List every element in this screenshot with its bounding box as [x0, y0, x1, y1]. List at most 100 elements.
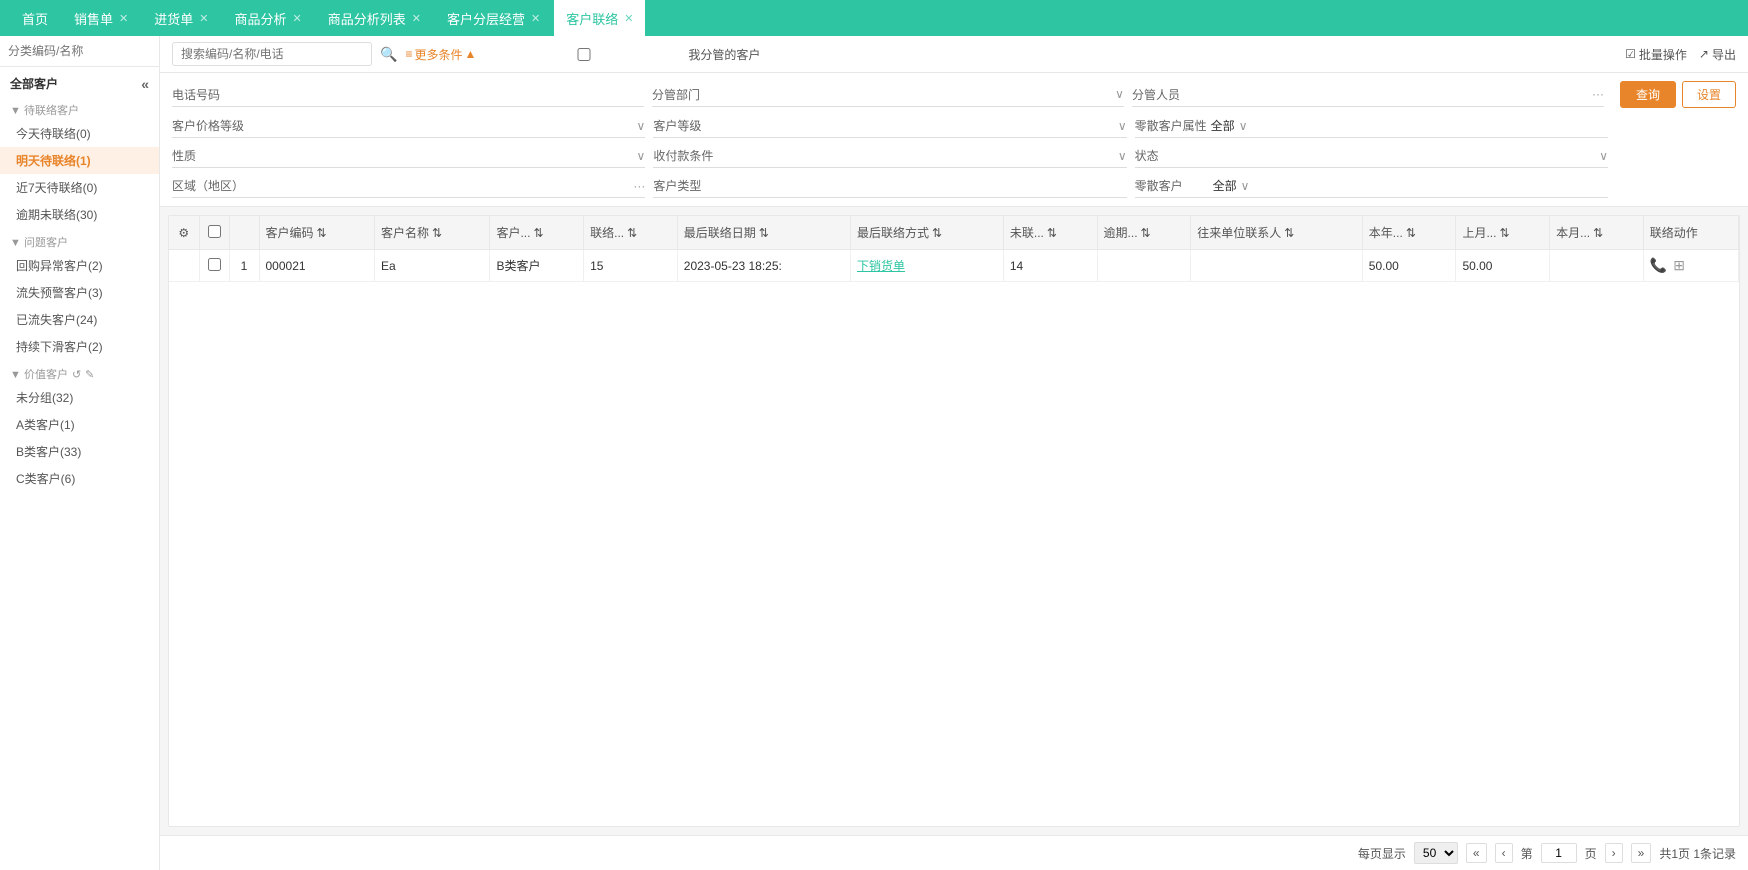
more-conditions-button[interactable]: ≡ 更多条件 ▲ — [405, 46, 476, 63]
col-index — [229, 216, 259, 250]
close-icon[interactable]: ✕ — [624, 12, 633, 25]
sidebar-section-pending: ▼ 待联络客户 — [0, 96, 159, 120]
row-not-contacted: 14 — [1003, 250, 1097, 282]
price-level-dropdown[interactable]: ∨ — [637, 119, 646, 133]
row-contacts: 15 — [584, 250, 678, 282]
page-input[interactable] — [1541, 843, 1577, 863]
sidebar-item-tomorrow[interactable]: 明天待联络(1) — [0, 147, 159, 174]
row-last-method[interactable]: 下销货单 — [850, 250, 1003, 282]
phone-label: 电话号码 — [172, 86, 242, 103]
payment-dropdown[interactable]: ∨ — [1118, 149, 1127, 163]
sidebar-item-today[interactable]: 今天待联络(0) — [0, 120, 159, 147]
status-label: 状态 — [1135, 147, 1205, 164]
nav-sales[interactable]: 销售单 ✕ — [62, 0, 140, 36]
row-name: Ea — [374, 250, 489, 282]
col-overdue[interactable]: 逾期...⇅ — [1097, 216, 1191, 250]
row-this-month — [1550, 250, 1644, 282]
nav-purchase[interactable]: 进货单 ✕ — [142, 0, 220, 36]
action-icons: 📞 ⊞ — [1650, 257, 1732, 274]
nav-product-analysis[interactable]: 商品分析 ✕ — [222, 0, 313, 36]
prev-page-button[interactable]: ‹ — [1495, 843, 1513, 863]
select-all-checkbox[interactable] — [208, 225, 221, 238]
sidebar-section-value: ▼ 价值客户 ↺ ✎ — [0, 360, 159, 384]
close-icon[interactable]: ✕ — [412, 12, 421, 25]
retail-customer-label: 零散客户 — [1135, 177, 1205, 194]
nav-home[interactable]: 首页 — [10, 0, 60, 36]
manager-label: 分管人员 — [1132, 86, 1202, 103]
close-icon[interactable]: ✕ — [293, 12, 302, 25]
sidebar-item-churn-warning[interactable]: 流失预警客户(3) — [0, 279, 159, 306]
last-page-button[interactable]: » — [1631, 843, 1652, 863]
first-page-button[interactable]: « — [1466, 843, 1487, 863]
retail-customer-dropdown[interactable]: ∨ — [1241, 179, 1250, 193]
nav-customer-contact[interactable]: 客户联络 ✕ — [554, 0, 645, 36]
col-this-month[interactable]: 本月...⇅ — [1550, 216, 1644, 250]
checkbox-icon: ☑ — [1625, 47, 1636, 61]
batch-op-button[interactable]: ☑ 批量操作 — [1625, 46, 1687, 63]
sidebar-all-customers[interactable]: 全部客户 « — [0, 67, 159, 96]
my-customers-check[interactable] — [484, 48, 684, 61]
col-type[interactable]: 客户...⇅ — [490, 216, 584, 250]
col-code[interactable]: 客户编码⇅ — [259, 216, 374, 250]
grid-action-icon[interactable]: ⊞ — [1673, 257, 1685, 274]
manager-more-btn[interactable]: ··· — [1592, 87, 1604, 101]
sidebar-item-class-a[interactable]: A类客户(1) — [0, 411, 159, 438]
per-page-select[interactable]: 50 — [1414, 842, 1458, 864]
top-navigation: 首页 销售单 ✕ 进货单 ✕ 商品分析 ✕ 商品分析列表 ✕ 客户分层经营 ✕ … — [0, 0, 1748, 36]
filter-actions: 查询 设置 — [1620, 81, 1736, 108]
sidebar-item-class-c[interactable]: C类客户(6) — [0, 465, 159, 492]
col-name[interactable]: 客户名称⇅ — [374, 216, 489, 250]
row-select-checkbox[interactable] — [208, 258, 221, 271]
sidebar-search-input[interactable] — [8, 44, 160, 58]
col-this-year[interactable]: 本年...⇅ — [1362, 216, 1456, 250]
phone-action-icon[interactable]: 📞 — [1650, 257, 1667, 274]
sidebar-item-overdue[interactable]: 逾期未联络(30) — [0, 201, 159, 228]
pagination-bar: 每页显示 50 « ‹ 第 页 › » 共1页 1条记录 — [160, 835, 1748, 870]
sidebar-item-class-b[interactable]: B类客户(33) — [0, 438, 159, 465]
nav-customer-tier[interactable]: 客户分层经营 ✕ — [435, 0, 552, 36]
collapse-icon: « — [141, 76, 149, 92]
dept-dropdown-arrow[interactable]: ∨ — [1115, 87, 1124, 101]
sidebar-item-churned[interactable]: 已流失客户(24) — [0, 306, 159, 333]
page-unit: 页 — [1585, 845, 1597, 862]
nature-dropdown[interactable]: ∨ — [637, 149, 646, 163]
search-button[interactable]: 🔍 — [380, 46, 397, 63]
price-level-field: 客户价格等级 ∨ — [172, 114, 645, 138]
query-button[interactable]: 查询 — [1620, 81, 1676, 108]
export-button[interactable]: ↗ 导出 — [1699, 46, 1736, 63]
retail-attr-dropdown[interactable]: ∨ — [1239, 119, 1248, 133]
row-last-month: 50.00 — [1456, 250, 1550, 282]
refresh-icon[interactable]: ↺ — [72, 368, 81, 381]
sidebar-item-abnormal[interactable]: 回购异常客户(2) — [0, 252, 159, 279]
sidebar-item-7days[interactable]: 近7天待联络(0) — [0, 174, 159, 201]
my-customers-checkbox[interactable]: 我分管的客户 — [484, 46, 760, 63]
sidebar-item-ungrouped[interactable]: 未分组(32) — [0, 384, 159, 411]
col-last-month[interactable]: 上月...⇅ — [1456, 216, 1550, 250]
customer-level-dropdown[interactable]: ∨ — [1118, 119, 1127, 133]
status-dropdown[interactable]: ∨ — [1599, 149, 1608, 163]
filter-bar: 🔍 ≡ 更多条件 ▲ 我分管的客户 ☑ 批量操作 ↗ 导出 — [160, 36, 1748, 73]
col-contacts[interactable]: 联络...⇅ — [584, 216, 678, 250]
col-last-date[interactable]: 最后联络日期⇅ — [677, 216, 850, 250]
price-level-label: 客户价格等级 — [172, 117, 244, 134]
sidebar-item-declining[interactable]: 持续下滑客户(2) — [0, 333, 159, 360]
nav-product-analysis-list[interactable]: 商品分析列表 ✕ — [316, 0, 433, 36]
col-gear[interactable]: ⚙ — [169, 216, 199, 250]
advanced-filter-panel: 电话号码 分管部门 ∨ 分管人员 ··· 查询 设置 — [160, 73, 1748, 207]
col-last-method[interactable]: 最后联络方式⇅ — [850, 216, 1003, 250]
retail-attr-field: 零散客户属性 全部 ∨ — [1135, 114, 1608, 138]
close-icon[interactable]: ✕ — [119, 12, 128, 25]
col-contacts-person[interactable]: 往来单位联系人⇅ — [1191, 216, 1363, 250]
close-icon[interactable]: ✕ — [199, 12, 208, 25]
next-page-button[interactable]: › — [1605, 843, 1623, 863]
region-more-btn[interactable]: ··· — [633, 179, 645, 193]
row-index: 1 — [229, 250, 259, 282]
edit-icon[interactable]: ✎ — [85, 368, 94, 381]
phone-input[interactable] — [246, 87, 644, 101]
col-not-contacted[interactable]: 未联...⇅ — [1003, 216, 1097, 250]
search-input[interactable] — [172, 42, 372, 66]
page-label: 第 — [1521, 845, 1533, 862]
row-last-date: 2023-05-23 18:25: — [677, 250, 850, 282]
settings-button[interactable]: 设置 — [1682, 81, 1736, 108]
close-icon[interactable]: ✕ — [531, 12, 540, 25]
